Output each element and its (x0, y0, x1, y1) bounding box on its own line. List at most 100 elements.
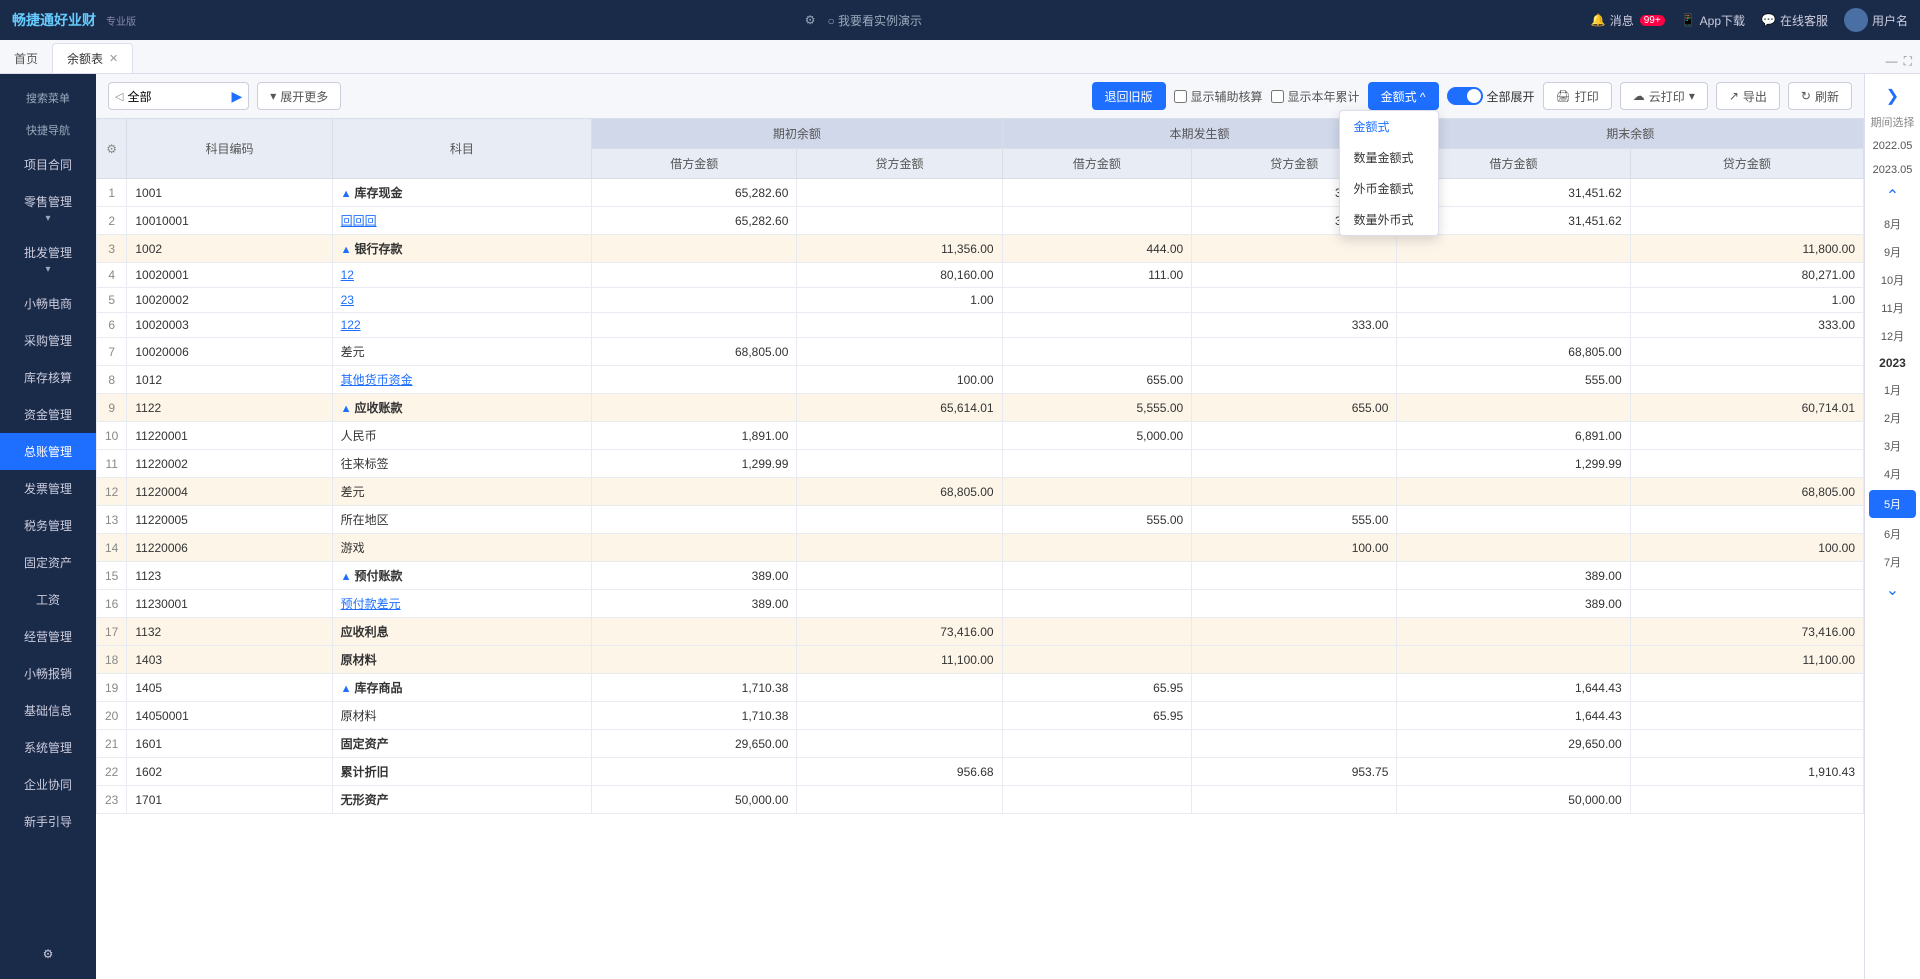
print-btn[interactable]: 🖨 打印 (1543, 82, 1612, 110)
settings-icon[interactable]: ⚙ (805, 13, 816, 27)
period-5[interactable]: 5月 (1869, 490, 1916, 518)
sidebar-item-basics[interactable]: 基础信息 (0, 692, 96, 729)
row-closing-credit (1630, 786, 1863, 814)
sidebar-item-wholesale[interactable]: 批发管理 ▾ (0, 234, 96, 285)
sidebar-item-collab[interactable]: 企业协同 (0, 766, 96, 803)
export-btn[interactable]: ↗ 导出 (1716, 82, 1780, 110)
sidebar-item-inventory[interactable]: 库存核算 (0, 359, 96, 396)
search-input[interactable] (127, 89, 227, 103)
expand-all-toggle[interactable]: 全部展开 (1447, 87, 1535, 105)
sidebar-item-purchase[interactable]: 采购管理 (0, 322, 96, 359)
sidebar-item-assets[interactable]: 固定资产 (0, 544, 96, 581)
expand-icon[interactable]: ▲ (341, 403, 355, 415)
row-current-debit (1002, 590, 1192, 618)
row-current-credit (1192, 422, 1397, 450)
mode-item-foreign-amount[interactable]: 外币金额式 (1340, 173, 1438, 204)
expand-more-btn[interactable]: ▾ 展开更多 (257, 82, 341, 110)
sidebar-item-ledger[interactable]: 总账管理 (0, 433, 96, 470)
row-name: 人民币 (332, 422, 592, 450)
period-1[interactable]: 1月 (1865, 376, 1920, 404)
row-opening-credit: 11,100.00 (797, 646, 1002, 674)
row-opening-credit: 73,416.00 (797, 618, 1002, 646)
sidebar-item-ecommerce[interactable]: 小畅电商 (0, 285, 96, 322)
notification-btn[interactable]: 🔔 消息 99+ (1591, 12, 1665, 29)
row-closing-debit: 6,891.00 (1397, 422, 1630, 450)
row-name[interactable]: 23 (332, 288, 592, 313)
demo-link[interactable]: ○ 我要看实例演示 (827, 12, 922, 29)
row-name[interactable]: 回回回 (332, 207, 592, 235)
sidebar-item-guide[interactable]: 新手引导 (0, 803, 96, 840)
download-btn[interactable]: 📱 App下载 (1681, 12, 1745, 29)
row-name[interactable]: 其他货币资金 (332, 366, 592, 394)
mode-btn[interactable]: 金额式 ^ (1368, 82, 1439, 110)
row-name[interactable]: 预付款差元 (332, 590, 592, 618)
cloud-print-btn[interactable]: ☁ 云打印 ▾ (1620, 82, 1708, 110)
expand-icon[interactable]: ▲ (341, 244, 355, 256)
period-7[interactable]: 7月 (1865, 548, 1920, 576)
row-name: 原材料 (332, 702, 592, 730)
back-old-btn[interactable]: 退回旧版 (1092, 82, 1166, 110)
user-btn[interactable]: 用户名 (1844, 8, 1908, 32)
mode-item-qty-foreign[interactable]: 数量外币式 (1340, 204, 1438, 235)
tab-balance-sheet[interactable]: 余额表 ✕ (52, 43, 133, 73)
search-right-icon[interactable]: ▶ (231, 88, 242, 105)
mode-item-qty-amount[interactable]: 数量金额式 (1340, 142, 1438, 173)
row-number: 19 (97, 674, 127, 702)
sidebar-quick-nav[interactable]: 快捷导航 (0, 114, 96, 146)
mode-item-amount[interactable]: 金额式 (1340, 111, 1438, 142)
row-number: 9 (97, 394, 127, 422)
period-2[interactable]: 2月 (1865, 404, 1920, 432)
expand-icon[interactable]: ▲ (341, 188, 355, 200)
sidebar-item-operations[interactable]: 经营管理 (0, 618, 96, 655)
period-12[interactable]: 12月 (1865, 322, 1920, 350)
row-opening-debit (592, 646, 797, 674)
expand-icon[interactable]: ▲ (341, 571, 355, 583)
sidebar-search[interactable]: 搜索菜单 (0, 82, 96, 114)
sidebar-item-tax[interactable]: 税务管理 (0, 507, 96, 544)
service-btn[interactable]: 💬 在线客服 (1761, 12, 1828, 29)
settings-col-header[interactable]: ⚙ (97, 119, 127, 179)
row-closing-debit: 389.00 (1397, 562, 1630, 590)
sidebar-item-invoice[interactable]: 发票管理 (0, 470, 96, 507)
tab-home[interactable]: 首页 (0, 44, 52, 73)
period-4[interactable]: 4月 (1865, 460, 1920, 488)
ytd-checkbox[interactable] (1271, 90, 1284, 103)
period-8[interactable]: 8月 (1865, 210, 1920, 238)
row-number: 1 (97, 179, 127, 207)
row-name[interactable]: 122 (332, 313, 592, 338)
panel-collapse-btn[interactable]: ❯ (1865, 82, 1920, 110)
tab-close-icon[interactable]: ✕ (109, 52, 118, 65)
panel-down-icon[interactable]: ⌄ (1865, 576, 1920, 604)
sidebar-item-capital[interactable]: 资金管理 (0, 396, 96, 433)
mode-dropdown[interactable]: 金额式 ^ 金额式 数量金额式 外币金额式 数量外币式 (1368, 82, 1439, 110)
period-6[interactable]: 6月 (1865, 520, 1920, 548)
row-current-debit (1002, 758, 1192, 786)
sidebar-item-system[interactable]: 系统管理 (0, 729, 96, 766)
show-ytd-check[interactable]: 显示本年累计 (1271, 88, 1360, 105)
sidebar-settings[interactable]: ⚙ (43, 937, 54, 971)
period-3[interactable]: 3月 (1865, 432, 1920, 460)
period-11[interactable]: 11月 (1865, 294, 1920, 322)
search-box[interactable]: ◁ ▶ (108, 82, 249, 110)
window-restore-btn[interactable]: ⛶ (1904, 54, 1912, 69)
sidebar-item-payroll[interactable]: 工资 (0, 581, 96, 618)
row-name[interactable]: 12 (332, 263, 592, 288)
panel-up-icon[interactable]: ⌃ (1865, 182, 1920, 210)
period-2023-05[interactable]: 2023.05 (1865, 158, 1920, 182)
auxiliary-checkbox[interactable] (1174, 90, 1187, 103)
toggle-switch[interactable] (1447, 87, 1483, 105)
period-10[interactable]: 10月 (1865, 266, 1920, 294)
row-opening-credit (797, 207, 1002, 235)
refresh-btn[interactable]: ↻ 刷新 (1788, 82, 1852, 110)
window-minimize-btn[interactable]: — (1886, 54, 1898, 69)
period-2022-05[interactable]: 2022.05 (1865, 134, 1920, 158)
row-number: 2 (97, 207, 127, 235)
row-opening-debit: 1,299.99 (592, 450, 797, 478)
period-9[interactable]: 9月 (1865, 238, 1920, 266)
sidebar-item-expense[interactable]: 小畅报销 (0, 655, 96, 692)
app-logo: 畅捷通好业财 (12, 10, 96, 30)
sidebar-item-project[interactable]: 项目合同 (0, 146, 96, 183)
expand-icon[interactable]: ▲ (341, 683, 355, 695)
show-auxiliary-check[interactable]: 显示辅助核算 (1174, 88, 1263, 105)
sidebar-item-retail[interactable]: 零售管理 ▾ (0, 183, 96, 234)
